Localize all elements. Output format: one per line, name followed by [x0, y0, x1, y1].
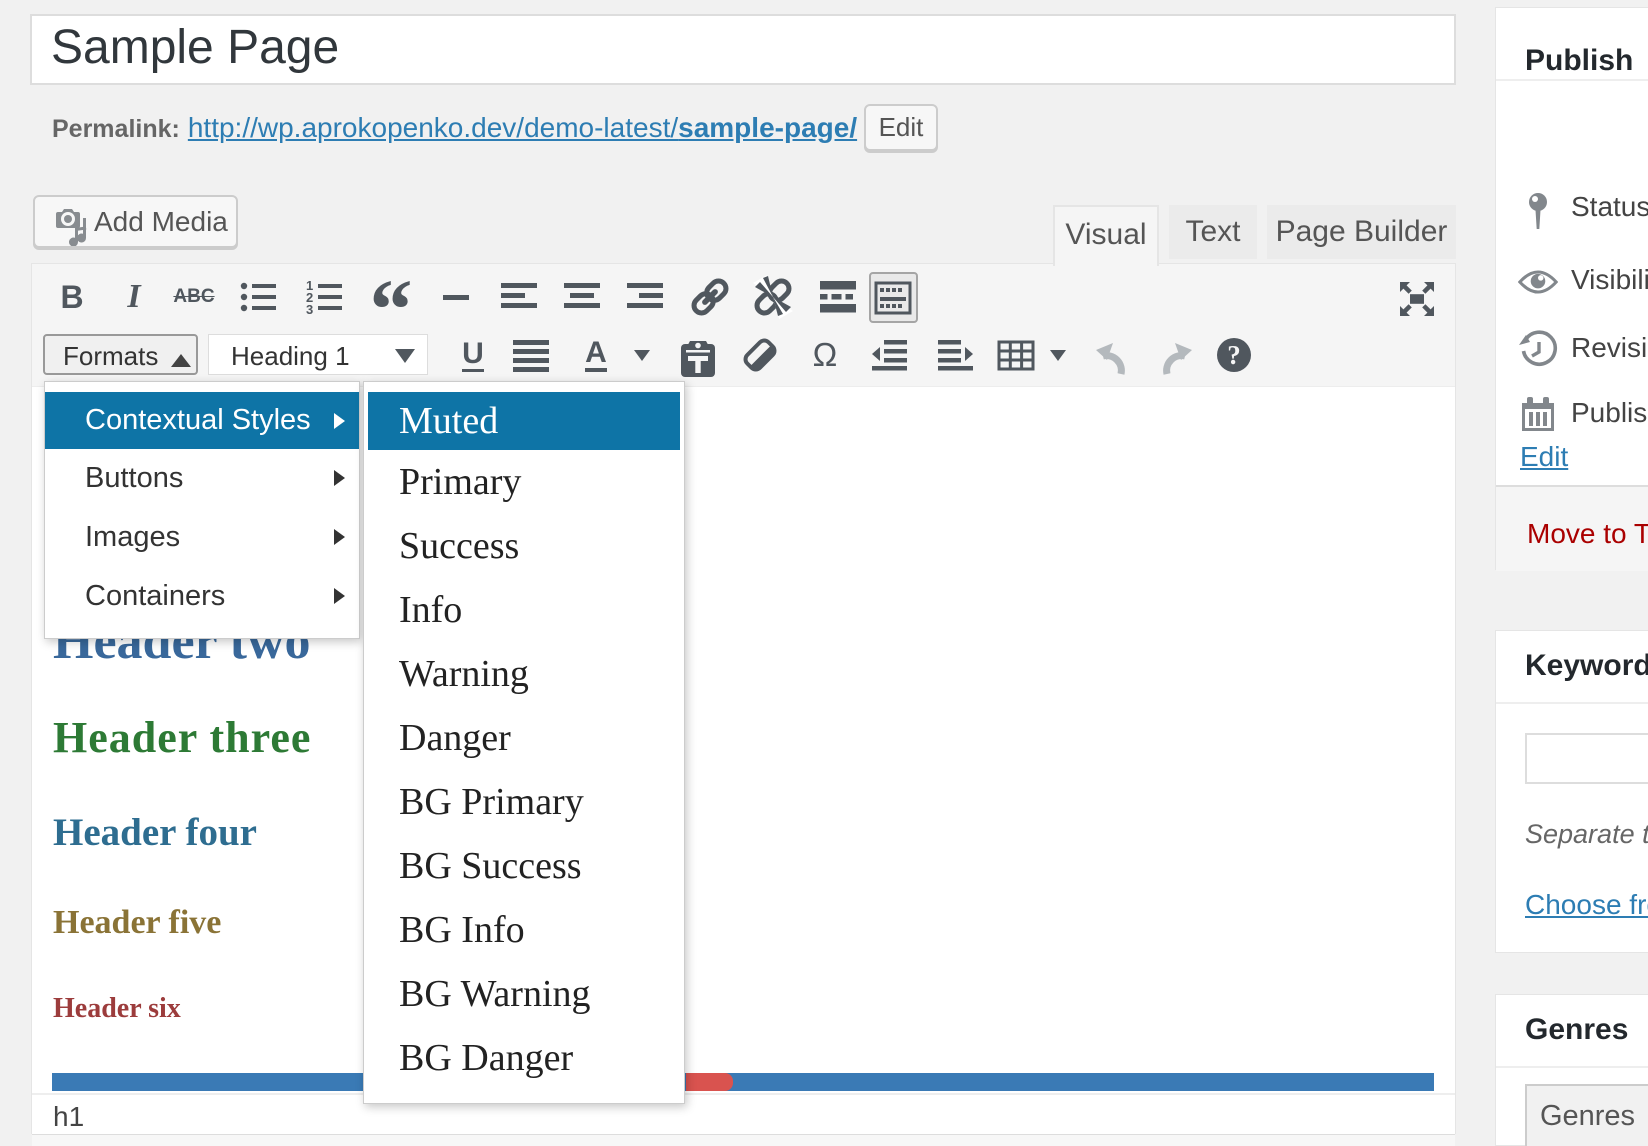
svg-text:3: 3	[306, 302, 313, 317]
svg-text:?: ?	[1227, 340, 1241, 370]
